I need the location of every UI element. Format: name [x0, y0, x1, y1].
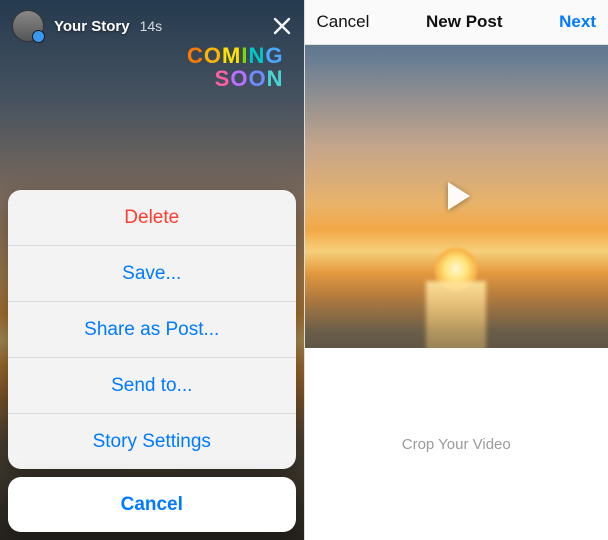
nav-cancel-button[interactable]: Cancel — [317, 12, 370, 32]
new-post-screen: Cancel New Post Next Crop Your Video — [305, 0, 608, 540]
video-preview[interactable] — [305, 44, 608, 348]
send-to-button[interactable]: Send to... — [8, 357, 296, 413]
avatar[interactable] — [12, 10, 44, 42]
crop-area[interactable]: Crop Your Video — [305, 348, 608, 540]
share-as-post-button[interactable]: Share as Post... — [8, 301, 296, 357]
cancel-button[interactable]: Cancel — [8, 477, 296, 532]
play-icon[interactable] — [432, 172, 480, 220]
story-title: Your Story — [54, 18, 130, 35]
nav-next-button[interactable]: Next — [559, 12, 596, 32]
action-sheet-menu: Delete Save... Share as Post... Send to.… — [8, 190, 296, 469]
close-icon[interactable] — [272, 16, 292, 36]
delete-button[interactable]: Delete — [8, 190, 296, 245]
coming-soon-sticker: COMING SOON — [187, 44, 283, 90]
sticker-line-2: SOON — [187, 67, 283, 90]
story-elapsed-time: 14s — [140, 18, 163, 34]
navbar: Cancel New Post Next — [305, 0, 608, 45]
sticker-line-1: COMING — [187, 44, 283, 67]
story-options-screen: Your Story 14s COMING SOON Delete Save..… — [0, 0, 305, 540]
sun-reflection — [426, 281, 486, 348]
story-settings-button[interactable]: Story Settings — [8, 413, 296, 469]
nav-title: New Post — [426, 12, 503, 32]
action-sheet: Delete Save... Share as Post... Send to.… — [8, 190, 296, 532]
save-button[interactable]: Save... — [8, 245, 296, 301]
crop-label: Crop Your Video — [402, 436, 511, 453]
